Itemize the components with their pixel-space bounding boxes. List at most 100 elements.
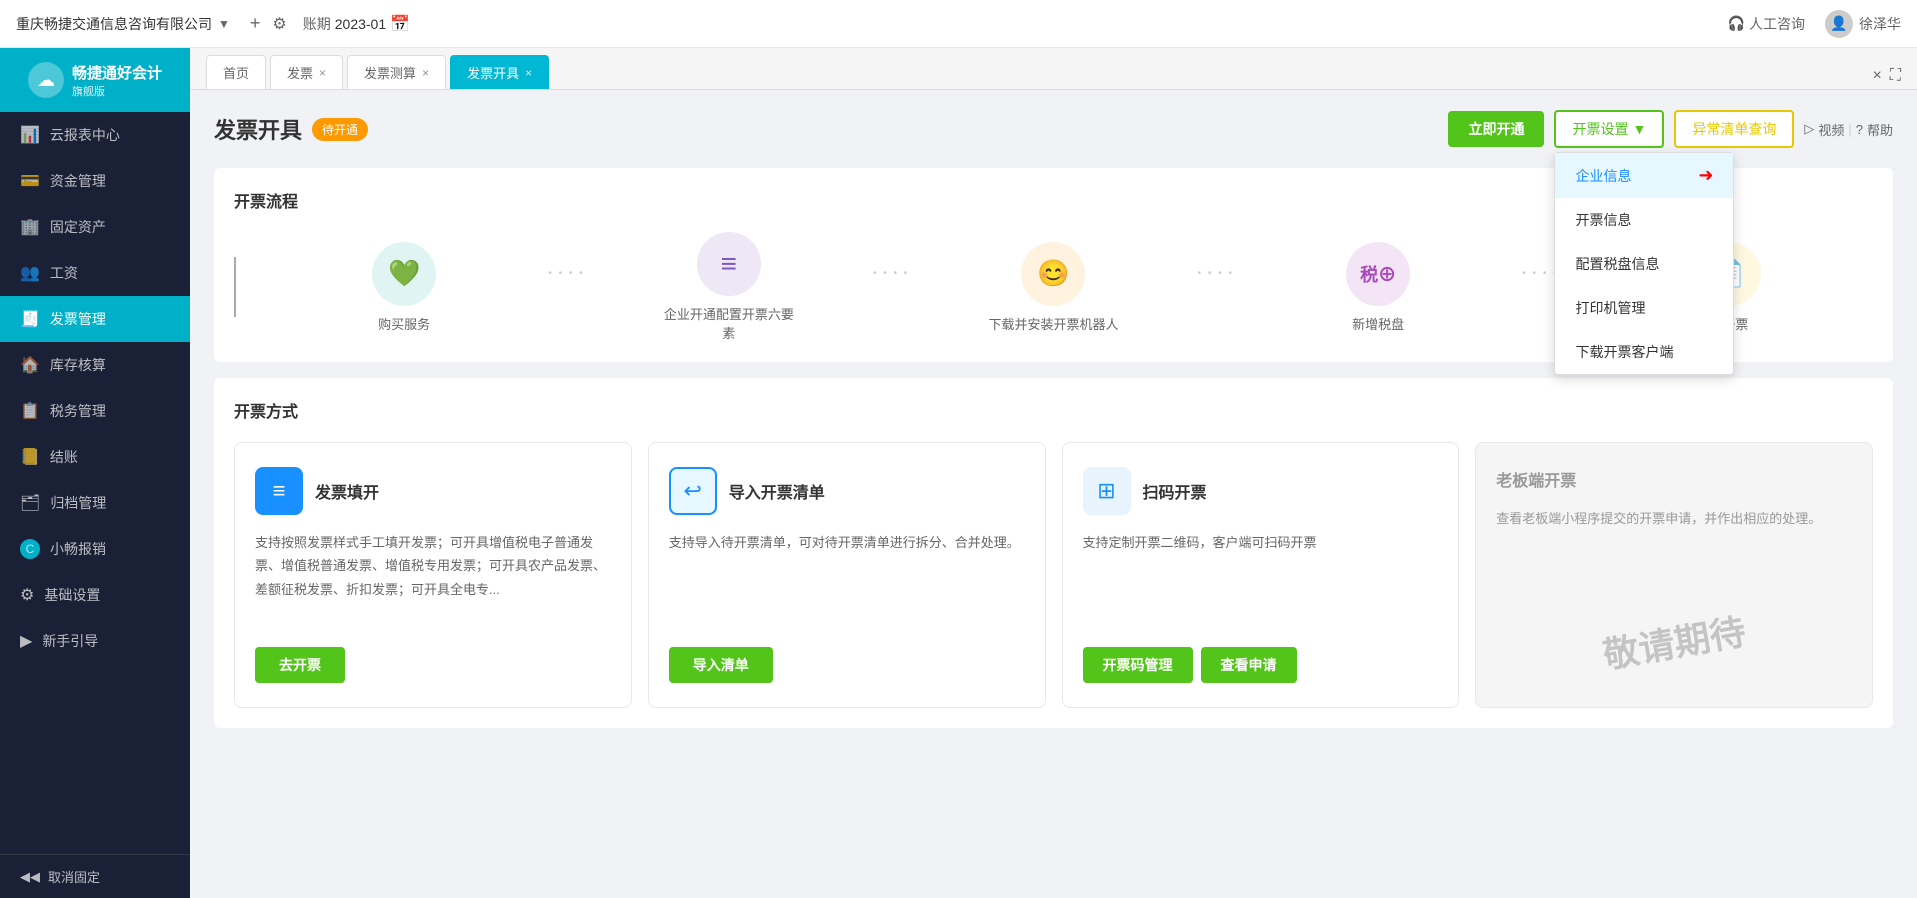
guide-icon: ▶ (20, 631, 32, 651)
settings-icon2: ⚙ (20, 585, 34, 605)
archive-icon: 🗂 (20, 493, 40, 513)
chevron-down-icon: ▼ (218, 17, 230, 31)
video-btn[interactable]: 视频 (1818, 120, 1844, 139)
settings-icon[interactable]: ⚙ (272, 14, 286, 34)
scan-code-btn[interactable]: 开票码管理 (1083, 647, 1193, 683)
payroll-icon: 👥 (20, 263, 40, 283)
method-card-scan: ⊞ 扫码开票 支持定制开票二维码，客户端可扫码开票 开票码管理 查看申请 (1062, 442, 1460, 708)
config-step-icon: ≡ (721, 248, 737, 280)
import-title: 导入开票清单 (729, 479, 825, 503)
sidebar-item-archive[interactable]: 🗂 归档管理 (0, 480, 190, 526)
bottom-label: 取消固定 (48, 867, 100, 886)
sidebar-item-inventory[interactable]: 🏠 库存核算 (0, 342, 190, 388)
activate-btn[interactable]: 立即开通 (1448, 111, 1544, 147)
tab-expand-btn[interactable]: ⛶ (1890, 67, 1901, 85)
tab-invoice[interactable]: 发票 × (270, 55, 343, 89)
company-selector[interactable]: 重庆畅捷交通信息咨询有限公司 ▼ (16, 14, 230, 34)
buy-step-label: 购买服务 (378, 314, 430, 333)
methods-section-title: 开票方式 (234, 398, 1873, 422)
sidebar-item-accounting[interactable]: 📒 结账 (0, 434, 190, 480)
sidebar-logo: ☁ 畅捷通好会计 旗舰版 (0, 48, 190, 112)
tab-home-label: 首页 (223, 63, 249, 82)
import-desc: 支持导入待开票清单，可对待开票清单进行拆分、合并处理。 (669, 531, 1025, 631)
flow-step-buy: 💚 购买服务 (260, 242, 548, 333)
fill-btn[interactable]: 去开票 (255, 647, 345, 683)
add-company-btn[interactable]: + (246, 13, 265, 34)
boss-desc: 查看老板端小程序提交的开票申请，并作出相应的处理。 (1496, 507, 1852, 607)
flow-step-add-tax: 税⊕ 新增税盘 (1234, 242, 1522, 333)
fill-title: 发票填开 (315, 479, 379, 503)
download-step-icon: 😊 (1037, 258, 1069, 289)
scan-icon: ⊞ (1083, 467, 1131, 515)
sidebar-item-settings[interactable]: ⚙ 基础设置 (0, 572, 190, 618)
status-badge: 待开通 (312, 118, 368, 141)
tab-open-label: 发票开具 (467, 63, 519, 82)
tab-close-btn[interactable]: × (1872, 67, 1881, 85)
tab-home[interactable]: 首页 (206, 55, 266, 89)
dropdown-item-tax-config[interactable]: 配置税盘信息 (1555, 242, 1733, 286)
settings-btn[interactable]: 开票设置 ▼ (1554, 110, 1664, 148)
page-content: 发票开具 待开通 立即开通 开票设置 ▼ 企业信息 (190, 90, 1917, 898)
red-arrow-icon: ➜ (1698, 165, 1713, 186)
logo-subtitle: 旗舰版 (72, 83, 162, 99)
sidebar-item-reports[interactable]: 📊 云报表中心 (0, 112, 190, 158)
help-icon: ? (1856, 122, 1863, 137)
assets-icon: 🏢 (20, 217, 40, 237)
help-btn[interactable]: 帮助 (1867, 120, 1893, 139)
calendar-icon[interactable]: 📅 (390, 14, 410, 34)
user-info[interactable]: 👤 徐泽华 (1825, 10, 1901, 38)
sidebar: ☁ 畅捷通好会计 旗舰版 📊 云报表中心 💳 资金管理 🏢 固定资产 👥 (0, 48, 190, 898)
play-icon: ▷ (1804, 121, 1814, 137)
scan-desc: 支持定制开票二维码，客户端可扫码开票 (1083, 531, 1439, 631)
expense-icon: C (20, 539, 40, 559)
pin-icon: ◀◀ (20, 869, 40, 885)
support-btn[interactable]: 🎧 人工咨询 (1728, 14, 1805, 34)
sidebar-item-expense[interactable]: C 小畅报销 (0, 526, 190, 572)
download-step-label: 下载并安装开票机器人 (988, 314, 1118, 333)
scan-title: 扫码开票 (1143, 479, 1207, 503)
logo-icon: ☁ (28, 62, 64, 98)
method-card-fill: ≡ 发票填开 支持按照发票样式手工填开发票；可开具增值税电子普通发票、增值税普通… (234, 442, 632, 708)
dropdown-item-company[interactable]: 企业信息 ➜ (1555, 153, 1733, 198)
boss-overlay-text: 敬请期待 (1599, 603, 1750, 679)
sidebar-item-guide[interactable]: ▶ 新手引导 (0, 618, 190, 664)
method-card-import: ↩ 导入开票清单 支持导入待开票清单，可对待开票清单进行拆分、合并处理。 导入清… (648, 442, 1046, 708)
tab-invoice-open[interactable]: 发票开具 × (450, 55, 549, 89)
dropdown-item-invoice-info[interactable]: 开票信息 (1555, 198, 1733, 242)
tab-calc-close[interactable]: × (422, 66, 429, 80)
tab-invoice-calc[interactable]: 发票测算 × (347, 55, 446, 89)
dropdown-item-printer[interactable]: 打印机管理 (1555, 286, 1733, 330)
user-avatar: 👤 (1825, 10, 1853, 38)
tab-bar: 首页 发票 × 发票测算 × 发票开具 × × ⛶ (190, 48, 1917, 90)
methods-section: 开票方式 ≡ 发票填开 支持按照发票样式手工填开发票；可开具增值税电子普通发票、… (214, 378, 1893, 728)
invoice-icon: 🧾 (20, 309, 40, 329)
reports-icon: 📊 (20, 125, 40, 145)
logo-title: 畅捷通好会计 (72, 62, 162, 83)
sidebar-item-assets[interactable]: 🏢 固定资产 (0, 204, 190, 250)
finance-icon: 💳 (20, 171, 40, 191)
sidebar-bottom[interactable]: ◀◀ 取消固定 (0, 854, 190, 898)
tab-calc-label: 发票测算 (364, 63, 416, 82)
tax-icon: 📋 (20, 401, 40, 421)
boss-title: 老板端开票 (1496, 467, 1576, 491)
tax-step-icon: 税⊕ (1360, 261, 1396, 287)
sidebar-item-payroll[interactable]: 👥 工资 (0, 250, 190, 296)
page-title: 发票开具 (214, 113, 302, 145)
sidebar-item-finance[interactable]: 💳 资金管理 (0, 158, 190, 204)
fill-icon: ≡ (255, 467, 303, 515)
tab-invoice-label: 发票 (287, 63, 313, 82)
import-btn[interactable]: 导入清单 (669, 647, 773, 683)
abnormal-btn[interactable]: 异常清单查询 (1674, 110, 1794, 148)
user-name: 徐泽华 (1859, 14, 1901, 34)
scan-apply-btn[interactable]: 查看申请 (1201, 647, 1297, 683)
sidebar-item-tax[interactable]: 📋 税务管理 (0, 388, 190, 434)
tab-open-close[interactable]: × (525, 66, 532, 80)
method-card-boss: 老板端开票 查看老板端小程序提交的开票申请，并作出相应的处理。 敬请期待 (1475, 442, 1873, 708)
dropdown-item-download[interactable]: 下载开票客户端 (1555, 330, 1733, 374)
headphone-icon: 🎧 (1728, 15, 1745, 32)
buy-step-icon: 💚 (388, 258, 420, 289)
flow-vertical-separator (234, 257, 236, 317)
tab-invoice-close[interactable]: × (319, 66, 326, 80)
boss-overlay: 敬请期待 (1476, 615, 1872, 667)
sidebar-item-invoice[interactable]: 🧾 发票管理 (0, 296, 190, 342)
